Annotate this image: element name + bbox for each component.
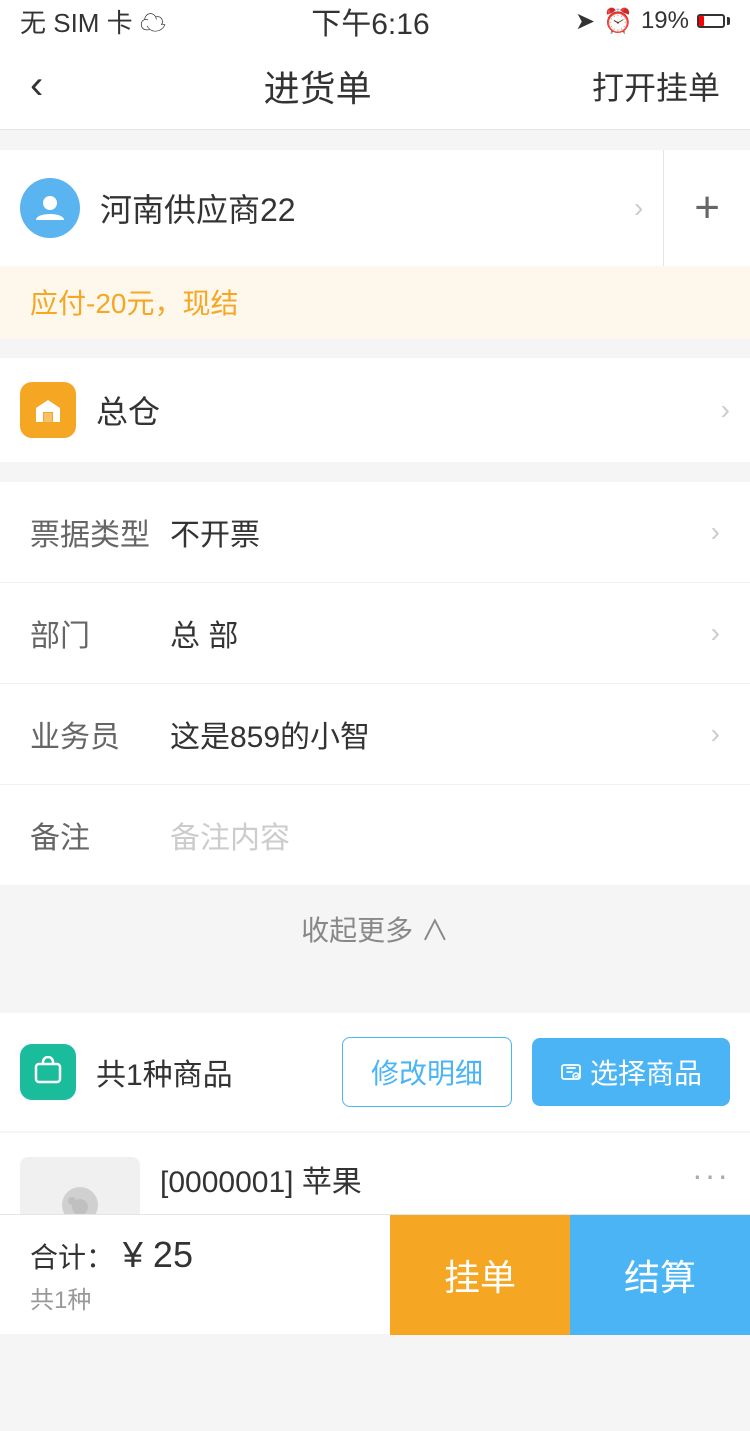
back-button[interactable]: ‹	[30, 63, 43, 108]
product-header: 共1种商品 修改明细 选择商品	[0, 1013, 750, 1131]
invoice-value: 不开票	[170, 510, 701, 554]
user-icon	[32, 190, 68, 226]
select-product-button[interactable]: 选择商品	[532, 1038, 730, 1106]
notice-bar: 应付-20元，现结	[0, 266, 750, 338]
battery-icon	[697, 14, 730, 28]
form-section: 票据类型 不开票 › 部门 总 部 › 业务员 这是859的小智 › 备注 备注…	[0, 482, 750, 885]
product-title: 苹果	[302, 1166, 362, 1199]
location-icon: ➤	[575, 7, 595, 36]
checkout-button[interactable]: 结算	[570, 1215, 750, 1335]
invoice-label: 票据类型	[30, 510, 170, 554]
remark-input[interactable]: 备注内容	[170, 813, 720, 857]
dept-chevron-icon: ›	[711, 617, 720, 649]
supplier-chevron-icon: ›	[634, 192, 643, 224]
page-title: 进货单	[264, 60, 372, 112]
supplier-selector[interactable]: 河南供应商22 ›	[0, 150, 664, 266]
remark-row[interactable]: 备注 备注内容	[0, 785, 750, 885]
bottom-bar: 合计： ¥ 25 共1种 挂单 结算	[0, 1214, 750, 1334]
dept-label: 部门	[30, 611, 170, 655]
status-left: 无 SIM 卡 ☁	[20, 3, 166, 40]
dept-value: 总 部	[170, 611, 701, 655]
warehouse-svg	[32, 394, 64, 426]
supplier-avatar	[20, 178, 80, 238]
dept-row[interactable]: 部门 总 部 ›	[0, 583, 750, 684]
product-icon	[20, 1044, 76, 1100]
total-count: 共1种	[30, 1280, 360, 1315]
product-code: [0000001]	[160, 1166, 293, 1199]
remark-label: 备注	[30, 813, 170, 857]
product-name: [0000001] 苹果	[160, 1157, 672, 1201]
total-section: 合计： ¥ 25 共1种	[0, 1234, 390, 1315]
warehouse-name: 总仓	[96, 387, 711, 433]
nav-bar: ‹ 进货单 打开挂单	[0, 42, 750, 130]
suspend-button[interactable]: 挂单	[390, 1215, 570, 1335]
total-amount-row: 合计： ¥ 25	[30, 1234, 360, 1276]
warehouse-chevron-icon: ›	[721, 394, 730, 426]
status-right: ➤ ⏰ 19%	[575, 7, 730, 36]
supplier-name: 河南供应商22	[100, 185, 624, 231]
alarm-icon: ⏰	[603, 7, 633, 36]
salesman-value: 这是859的小智	[170, 712, 701, 756]
salesman-row[interactable]: 业务员 这是859的小智 ›	[0, 684, 750, 785]
divider-2	[0, 973, 750, 993]
invoice-row[interactable]: 票据类型 不开票 ›	[0, 482, 750, 583]
select-product-label: 选择商品	[590, 1052, 702, 1092]
status-bar: 无 SIM 卡 ☁ 下午6:16 ➤ ⏰ 19%	[0, 0, 750, 42]
open-suspend-button[interactable]: 打开挂单	[592, 63, 720, 109]
salesman-label: 业务员	[30, 712, 170, 756]
total-amount: ¥ 25	[123, 1234, 193, 1275]
divider-1	[0, 130, 750, 150]
invoice-chevron-icon: ›	[711, 516, 720, 548]
supplier-section: 河南供应商22 › +	[0, 150, 750, 266]
add-supplier-button[interactable]: +	[664, 155, 750, 261]
warehouse-icon	[20, 382, 76, 438]
more-options-button[interactable]: ···	[692, 1157, 730, 1194]
total-label: 合计：	[30, 1242, 114, 1273]
select-product-icon	[560, 1061, 582, 1083]
warehouse-section[interactable]: 总仓 ›	[0, 358, 750, 462]
product-count: 共1种商品	[96, 1050, 322, 1094]
cart-icon	[32, 1056, 64, 1088]
salesman-chevron-icon: ›	[711, 718, 720, 750]
battery-percent: 19%	[641, 7, 689, 35]
sim-status: 无 SIM 卡 ☁	[20, 3, 166, 40]
edit-detail-button[interactable]: 修改明细	[342, 1037, 512, 1107]
status-time: 下午6:16	[311, 0, 429, 43]
collapse-bar[interactable]: 收起更多 ∧	[0, 885, 750, 973]
